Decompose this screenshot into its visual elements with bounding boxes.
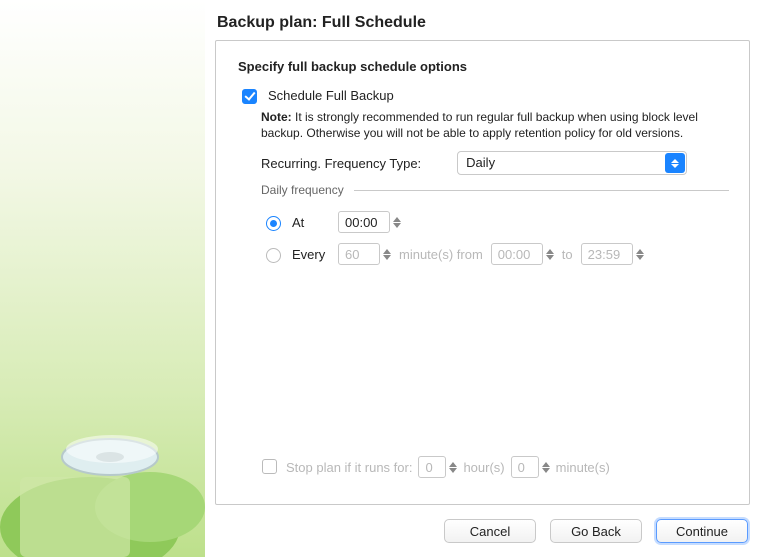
note-body: It is strongly recommended to run regula…: [261, 110, 698, 140]
every-to-label: to: [562, 247, 573, 262]
at-label: At: [292, 215, 330, 230]
stop-minutes-input[interactable]: [511, 456, 539, 478]
at-radio[interactable]: [266, 216, 281, 231]
at-option-row: At: [261, 211, 729, 233]
every-value-stepper[interactable]: [338, 243, 391, 265]
schedule-full-backup-checkbox[interactable]: [242, 89, 257, 104]
frequency-select[interactable]: Daily: [457, 151, 687, 175]
stepper-arrows-icon[interactable]: [449, 462, 457, 473]
every-radio[interactable]: [266, 248, 281, 263]
stop-hours-label: hour(s): [463, 460, 504, 475]
daily-section-header: Daily frequency: [261, 183, 729, 197]
stepper-arrows-icon[interactable]: [636, 249, 644, 260]
go-back-button[interactable]: Go Back: [550, 519, 642, 543]
sidebar-art-icon: [0, 327, 205, 557]
every-label: Every: [292, 247, 330, 262]
stepper-arrows-icon[interactable]: [383, 249, 391, 260]
every-from-input[interactable]: [491, 243, 543, 265]
stop-plan-label: Stop plan if it runs for:: [286, 460, 412, 475]
stepper-arrows-icon[interactable]: [546, 249, 554, 260]
window-root: Backup plan: Full Schedule Specify full …: [0, 0, 768, 557]
stop-hours-input[interactable]: [418, 456, 446, 478]
options-panel: Specify full backup schedule options Sch…: [215, 40, 750, 505]
frequency-row: Recurring. Frequency Type: Daily: [261, 151, 729, 175]
cancel-button[interactable]: Cancel: [444, 519, 536, 543]
frequency-select-value[interactable]: Daily: [457, 151, 687, 175]
every-to-input[interactable]: [581, 243, 633, 265]
stop-minutes-stepper[interactable]: [511, 456, 550, 478]
stepper-arrows-icon[interactable]: [393, 217, 401, 228]
stop-plan-row: Stop plan if it runs for: hour(s) minute…: [258, 456, 610, 478]
schedule-full-backup-label: Schedule Full Backup: [268, 88, 394, 103]
wizard-sidebar: [0, 0, 205, 557]
main-area: Backup plan: Full Schedule Specify full …: [205, 0, 768, 557]
stepper-arrows-icon[interactable]: [542, 462, 550, 473]
continue-button[interactable]: Continue: [656, 519, 748, 543]
stop-hours-stepper[interactable]: [418, 456, 457, 478]
stop-plan-checkbox[interactable]: [262, 459, 277, 474]
footer-buttons: Cancel Go Back Continue: [215, 505, 750, 543]
every-value-input[interactable]: [338, 243, 380, 265]
page-title: Backup plan: Full Schedule: [217, 14, 750, 32]
panel-heading: Specify full backup schedule options: [238, 59, 729, 74]
frequency-label: Recurring. Frequency Type:: [261, 156, 421, 171]
every-option-row: Every minute(s) from to: [261, 243, 729, 265]
every-unit-label: minute(s) from: [399, 247, 483, 262]
at-time-stepper[interactable]: [338, 211, 401, 233]
note-prefix: Note:: [261, 110, 292, 124]
divider-line: [354, 190, 729, 191]
stop-minutes-label: minute(s): [556, 460, 610, 475]
at-time-input[interactable]: [338, 211, 390, 233]
note-text: Note: It is strongly recommended to run …: [261, 109, 729, 141]
schedule-checkbox-row: Schedule Full Backup: [238, 88, 729, 107]
every-from-stepper[interactable]: [491, 243, 554, 265]
every-to-stepper[interactable]: [581, 243, 644, 265]
daily-section-label: Daily frequency: [261, 183, 344, 197]
